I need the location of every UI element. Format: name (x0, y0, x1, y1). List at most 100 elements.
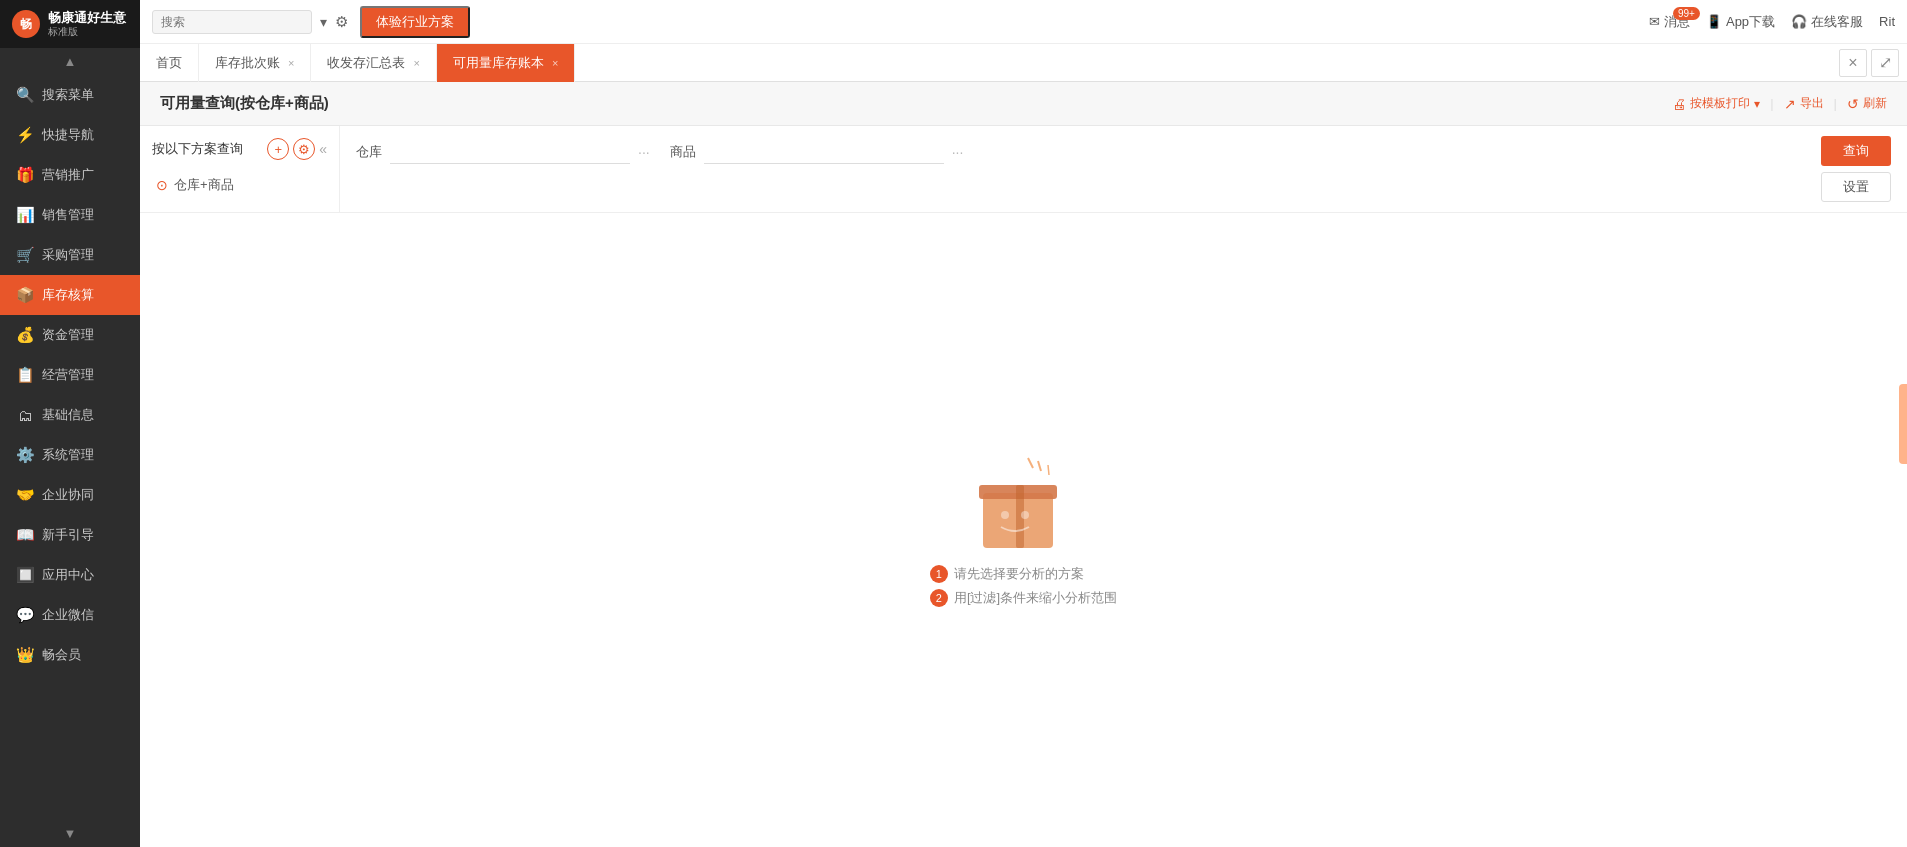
svg-line-3 (1028, 458, 1033, 468)
topbar-message-btn[interactable]: ✉ 消息 99+ (1649, 13, 1690, 31)
filter-area: 按以下方案查询 + ⚙ « ⊙ 仓库+商品 仓库 ··· (140, 126, 1907, 213)
topbar-app-download-btn[interactable]: 📱 App下载 (1706, 13, 1775, 31)
sidebar-item-sales[interactable]: 📊 销售管理 (0, 195, 140, 235)
goods-label: 商品 (670, 143, 696, 161)
sidebar-item-guide[interactable]: 📖 新手引导 (0, 515, 140, 555)
warehouse-field: 仓库 ··· (356, 140, 650, 164)
warehouse-input[interactable] (390, 140, 630, 164)
goods-input[interactable] (704, 140, 944, 164)
sidebar-item-enterprise[interactable]: 🤝 企业协同 (0, 475, 140, 515)
export-btn[interactable]: ↗ 导出 (1784, 95, 1824, 112)
sidebar-item-purchase[interactable]: 🛒 采购管理 (0, 235, 140, 275)
action-divider-2: | (1834, 96, 1837, 111)
sidebar-item-finance[interactable]: 💰 资金管理 (0, 315, 140, 355)
topbar-user-btn[interactable]: Rit (1879, 14, 1895, 29)
sidebar-item-search[interactable]: 🔍 搜索菜单 (0, 75, 140, 115)
print-dropdown-icon[interactable]: ▾ (1754, 97, 1760, 111)
lightning-icon: ⚡ (16, 126, 34, 144)
warehouse-more-btn[interactable]: ··· (638, 144, 650, 160)
logo-icon: 畅 (12, 10, 40, 38)
setting-button[interactable]: 设置 (1821, 172, 1891, 202)
sidebar-item-app-center[interactable]: 🔲 应用中心 (0, 555, 140, 595)
sidebar-scroll-down[interactable]: ▼ (0, 820, 140, 847)
page-header: 可用量查询(按仓库+商品) 🖨 按模板打印 ▾ | ↗ 导出 | ↺ 刷新 (140, 82, 1907, 126)
search-icon: 🔍 (16, 86, 34, 104)
svg-point-7 (1021, 511, 1029, 519)
sidebar-item-wechat[interactable]: 💬 企业微信 (0, 595, 140, 635)
sidebar-item-member[interactable]: 👑 畅会员 (0, 635, 140, 675)
tab-home[interactable]: 首页 (140, 44, 199, 82)
tab-available-qty[interactable]: 可用量库存账本 × (437, 44, 575, 82)
empty-hints: 1 请先选择要分析的方案 2 用[过滤]条件来缩小分析范围 (930, 565, 1117, 607)
logo-text: 畅康通好生意 标准版 (48, 10, 126, 38)
tab-close-available-qty[interactable]: × (552, 57, 558, 69)
sidebar-header: 畅 畅康通好生意 标准版 (0, 0, 140, 48)
refresh-icon: ↺ (1847, 96, 1859, 112)
main-content: ▾ ⚙ 体验行业方案 ✉ 消息 99+ 📱 App下载 🎧 在线客服 Rit 首… (140, 0, 1907, 847)
filter-left-header: 按以下方案查询 + ⚙ « (152, 138, 327, 160)
warehouse-label: 仓库 (356, 143, 382, 161)
mobile-icon: 📱 (1706, 14, 1722, 29)
money-icon: 💰 (16, 326, 34, 344)
gift-icon: 🎁 (16, 166, 34, 184)
sidebar-scroll-up[interactable]: ▲ (0, 48, 140, 75)
filter-action-buttons: 查询 设置 (1821, 136, 1891, 202)
refresh-btn[interactable]: ↺ 刷新 (1847, 95, 1887, 112)
scheme-icon: ⊙ (156, 177, 168, 193)
clipboard-icon: 📋 (16, 366, 34, 384)
tab-receipt-summary[interactable]: 收发存汇总表 × (311, 44, 436, 82)
gear-icon: ⚙️ (16, 446, 34, 464)
tabs-bar: 首页 库存批次账 × 收发存汇总表 × 可用量库存账本 × × ⤢ (140, 44, 1907, 82)
message-icon: ✉ (1649, 14, 1660, 29)
filter-collapse-btn[interactable]: « (319, 141, 327, 157)
sidebar-item-marketing[interactable]: 🎁 营销推广 (0, 155, 140, 195)
empty-svg (973, 453, 1073, 553)
filter-scheme-item[interactable]: ⊙ 仓库+商品 (152, 170, 327, 200)
filter-scheme-title: 按以下方案查询 (152, 140, 243, 158)
tabs-actions: × ⤢ (1839, 49, 1907, 77)
sidebar-item-inventory[interactable]: 📦 库存核算 (0, 275, 140, 315)
book-icon: 📖 (16, 526, 34, 544)
tab-close-receipt-summary[interactable]: × (413, 57, 419, 69)
filter-scheme-actions: + ⚙ « (267, 138, 327, 160)
action-divider-1: | (1770, 96, 1773, 111)
handshake-icon: 🤝 (16, 486, 34, 504)
sidebar-menu: 🔍 搜索菜单 ⚡ 快捷导航 🎁 营销推广 📊 销售管理 🛒 采购管理 📦 库存核… (0, 75, 140, 820)
query-button[interactable]: 查询 (1821, 136, 1891, 166)
page-title: 可用量查询(按仓库+商品) (160, 94, 329, 113)
tabs-close-all-btn[interactable]: × (1839, 49, 1867, 77)
topbar-service-btn[interactable]: 🎧 在线客服 (1791, 13, 1863, 31)
sidebar-item-system[interactable]: ⚙️ 系统管理 (0, 435, 140, 475)
filter-add-btn[interactable]: + (267, 138, 289, 160)
right-scroll-indicator[interactable] (1899, 384, 1907, 464)
filter-right-wrapper: 仓库 ··· 商品 ··· 查询 设置 (340, 126, 1907, 212)
hint-num-2: 2 (930, 589, 948, 607)
grid-icon: 🔲 (16, 566, 34, 584)
content-area: 1 请先选择要分析的方案 2 用[过滤]条件来缩小分析范围 (140, 213, 1907, 847)
tabs-expand-btn[interactable]: ⤢ (1871, 49, 1899, 77)
goods-more-btn[interactable]: ··· (952, 144, 964, 160)
topbar-gear-icon[interactable]: ⚙ (335, 13, 348, 31)
topbar-dropdown-icon[interactable]: ▾ (320, 14, 327, 30)
topbar-search-input[interactable] (152, 10, 312, 34)
export-icon: ↗ (1784, 96, 1796, 112)
topbar-right: ✉ 消息 99+ 📱 App下载 🎧 在线客服 Rit (1649, 13, 1895, 31)
filter-settings-btn[interactable]: ⚙ (293, 138, 315, 160)
folder-icon: 🗂 (16, 407, 34, 424)
topbar: ▾ ⚙ 体验行业方案 ✉ 消息 99+ 📱 App下载 🎧 在线客服 Rit (140, 0, 1907, 44)
sidebar-item-operations[interactable]: 📋 经营管理 (0, 355, 140, 395)
print-icon: 🖨 (1672, 96, 1686, 112)
goods-field: 商品 ··· (670, 140, 964, 164)
filter-row-warehouse: 仓库 ··· 商品 ··· (356, 140, 1891, 164)
sidebar-item-shortcuts[interactable]: ⚡ 快捷导航 (0, 115, 140, 155)
topbar-trial-button[interactable]: 体验行业方案 (360, 6, 470, 38)
tab-batch-account[interactable]: 库存批次账 × (199, 44, 311, 82)
sidebar-item-basic-info[interactable]: 🗂 基础信息 (0, 395, 140, 435)
headset-icon: 🎧 (1791, 14, 1807, 29)
chart-icon: 📊 (16, 206, 34, 224)
empty-state: 1 请先选择要分析的方案 2 用[过滤]条件来缩小分析范围 (930, 453, 1117, 607)
tab-close-batch-account[interactable]: × (288, 57, 294, 69)
print-btn[interactable]: 🖨 按模板打印 ▾ (1672, 95, 1760, 112)
svg-line-5 (1048, 465, 1049, 475)
svg-point-6 (1001, 511, 1009, 519)
